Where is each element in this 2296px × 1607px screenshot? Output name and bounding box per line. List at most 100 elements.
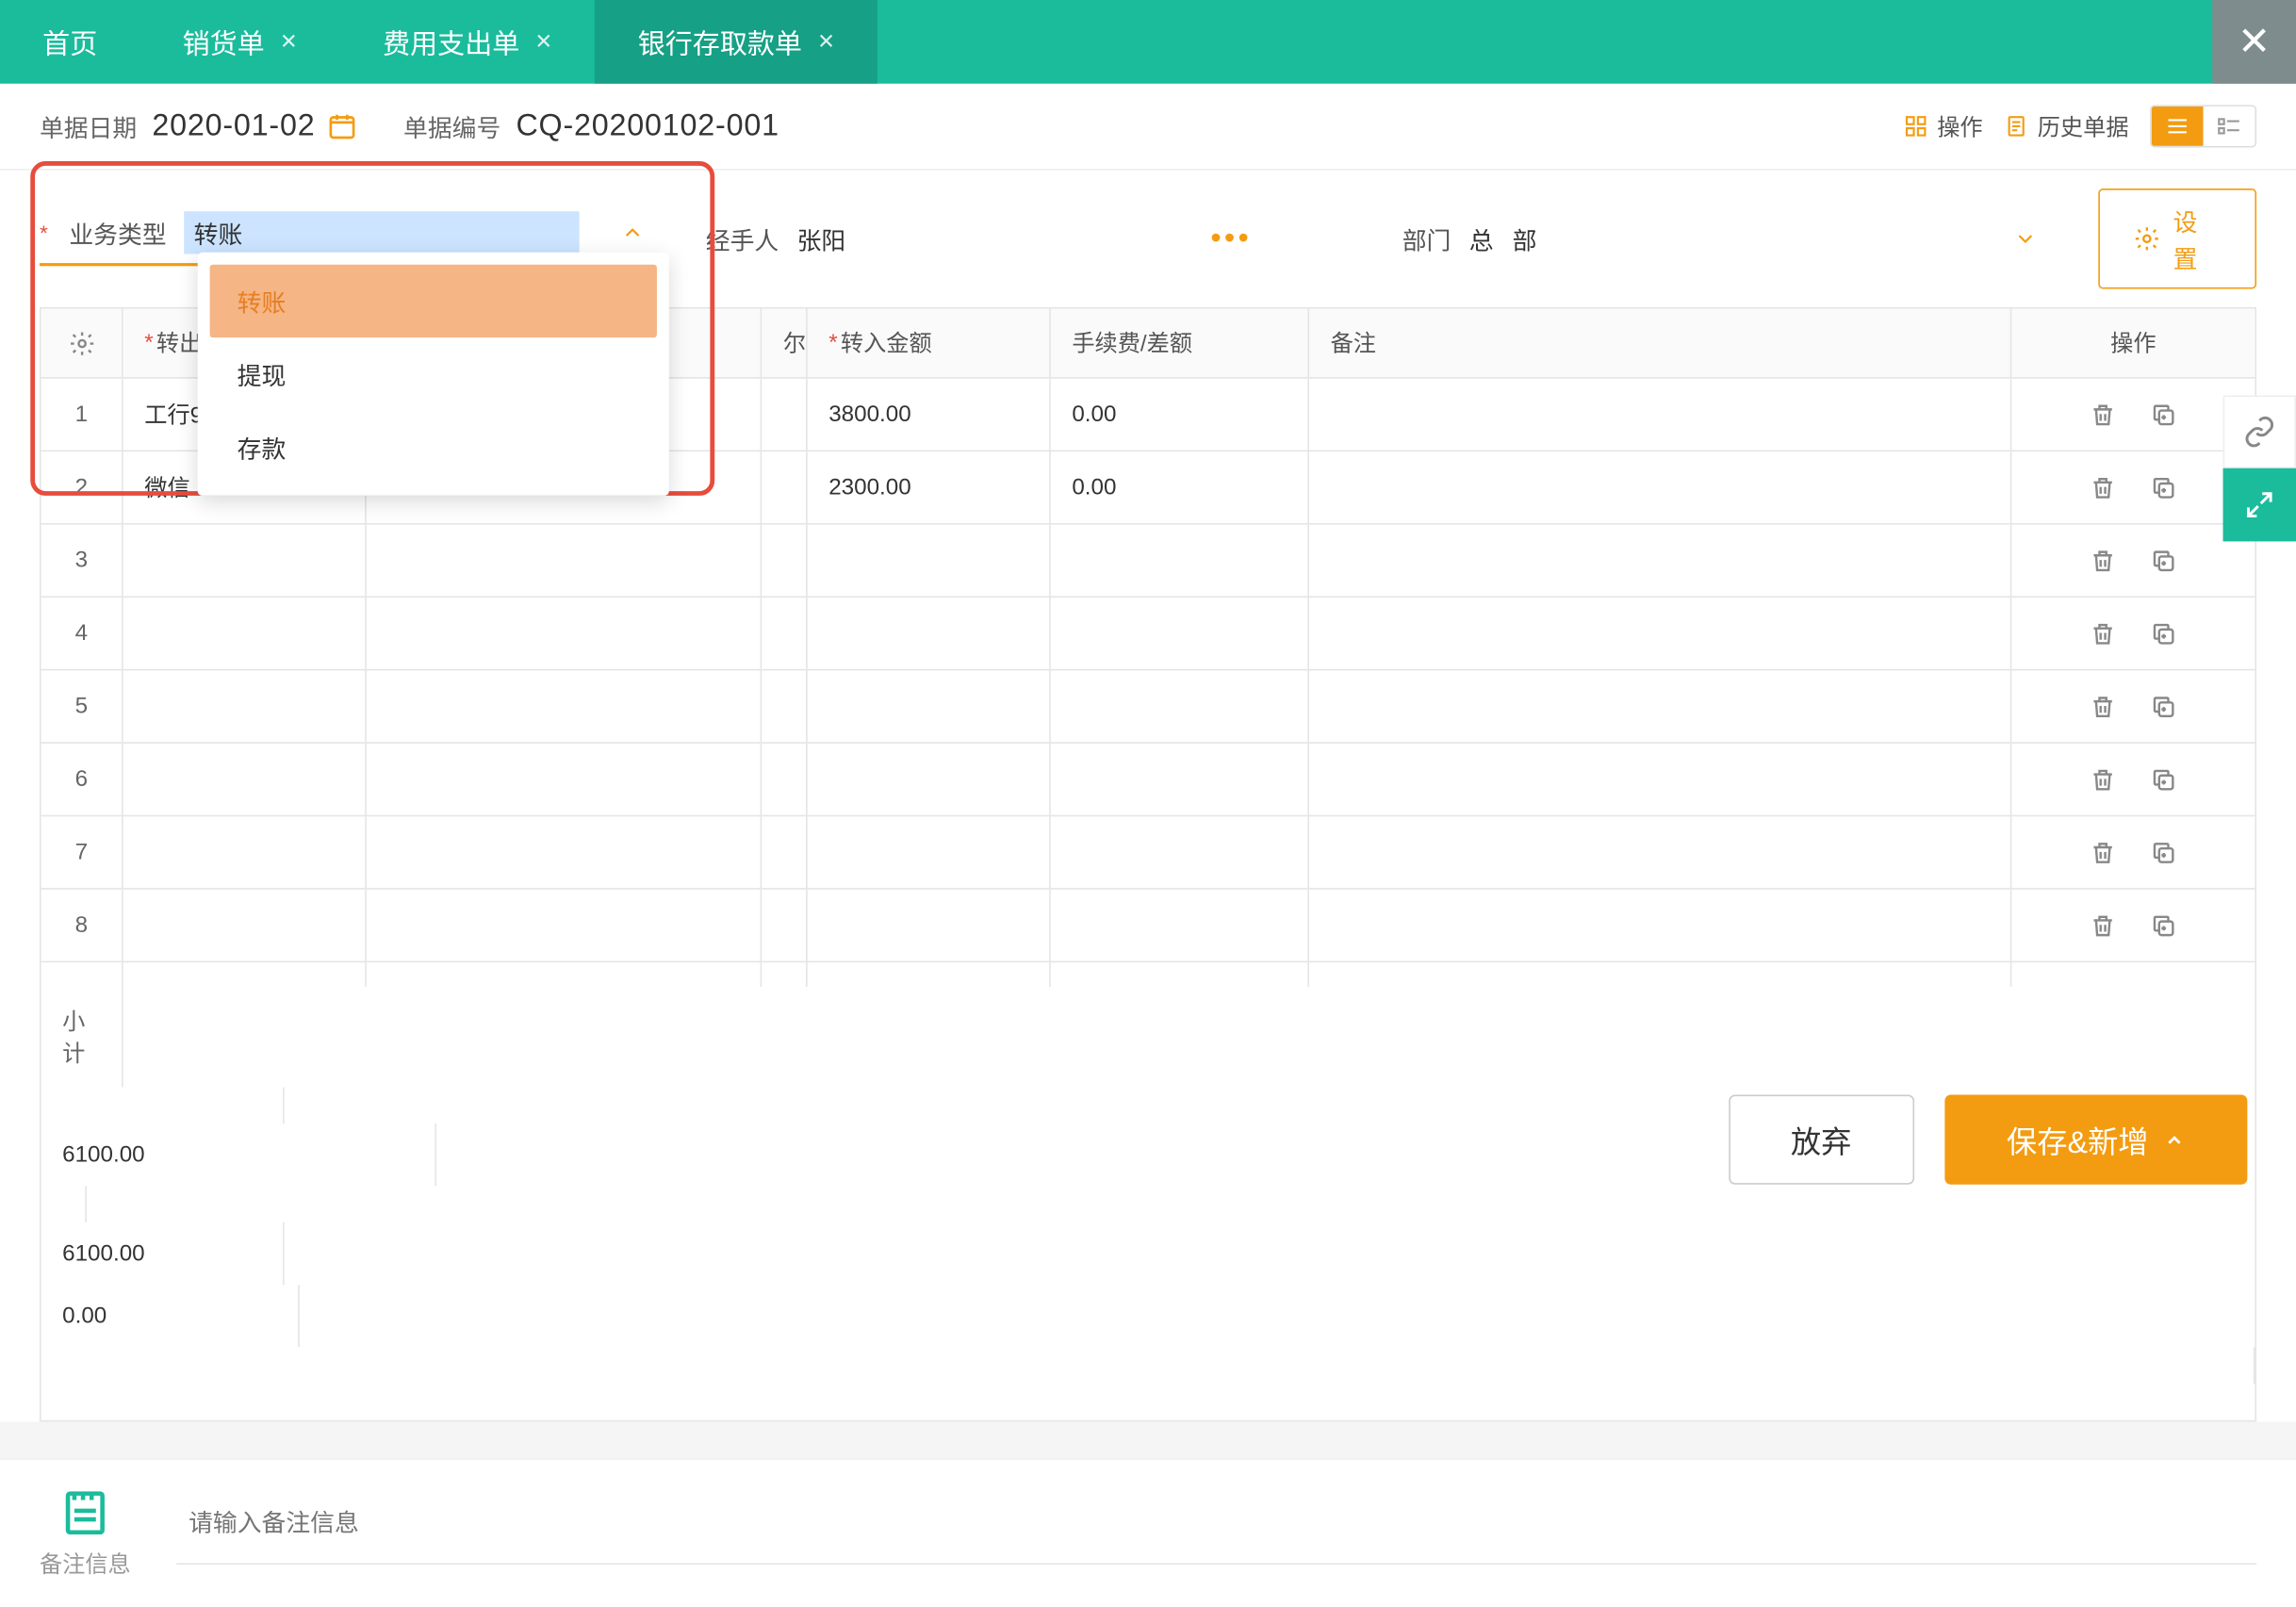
cell-in-account[interactable]	[762, 890, 807, 961]
cell-remark[interactable]	[1309, 744, 2011, 815]
delete-row-button[interactable]	[2088, 764, 2118, 795]
view-list-button[interactable]	[2152, 107, 2204, 146]
copy-row-button[interactable]	[2149, 983, 2179, 987]
cell-in-amount[interactable]	[808, 890, 1051, 961]
cell-fee[interactable]	[1051, 598, 1309, 669]
cell-out-amount[interactable]	[367, 816, 762, 888]
delete-row-button[interactable]	[2088, 618, 2118, 648]
cell-remark[interactable]	[1309, 525, 2011, 597]
save-and-new-button[interactable]: 保存&新增	[1944, 1095, 2248, 1185]
table-settings-header[interactable]	[41, 308, 123, 377]
cell-out-account[interactable]	[123, 670, 367, 742]
date-value[interactable]: 2020-01-02	[152, 108, 315, 143]
copy-row-button[interactable]	[2149, 691, 2179, 721]
cell-out-account[interactable]	[123, 962, 367, 987]
tab-expense-order[interactable]: 费用支出单 ✕	[340, 0, 596, 84]
table-row[interactable]: 4	[41, 598, 2255, 670]
cell-out-amount[interactable]	[367, 962, 762, 987]
cell-out-account[interactable]	[123, 816, 367, 888]
delete-row-button[interactable]	[2088, 983, 2118, 987]
history-button[interactable]: 历史单据	[2004, 110, 2128, 142]
delete-row-button[interactable]	[2088, 399, 2118, 429]
cell-out-amount[interactable]	[367, 890, 762, 961]
business-type-dropdown[interactable]: 转账 提现 存款	[198, 253, 669, 496]
cell-remark[interactable]	[1309, 379, 2011, 451]
cell-in-amount[interactable]	[808, 962, 1051, 987]
cell-in-amount[interactable]	[808, 744, 1051, 815]
table-row[interactable]: 6	[41, 744, 2255, 816]
cell-in-account[interactable]	[762, 816, 807, 888]
delete-row-button[interactable]	[2088, 910, 2118, 941]
cell-out-amount[interactable]	[367, 744, 762, 815]
department-field[interactable]: 部门 总 部	[1402, 214, 2038, 263]
cell-remark[interactable]	[1309, 451, 2011, 523]
cell-in-account[interactable]	[762, 962, 807, 987]
cell-remark[interactable]	[1309, 962, 2011, 987]
cell-remark[interactable]	[1309, 670, 2011, 742]
tab-bank-transfer-order[interactable]: 银行存取款单 ✕	[596, 0, 878, 84]
close-icon[interactable]: ✕	[280, 29, 298, 55]
cell-remark[interactable]	[1309, 598, 2011, 669]
cell-in-account[interactable]	[762, 744, 807, 815]
table-row[interactable]: 9	[41, 962, 2255, 987]
remarks-input[interactable]	[176, 1487, 2256, 1565]
copy-row-button[interactable]	[2149, 764, 2179, 795]
cell-fee[interactable]: 0.00	[1051, 451, 1309, 523]
copy-row-button[interactable]	[2149, 618, 2179, 648]
handler-field[interactable]: 经手人 张阳 •••	[706, 214, 1341, 263]
cell-out-account[interactable]	[123, 890, 367, 961]
more-icon[interactable]: •••	[1210, 221, 1252, 256]
cell-out-amount[interactable]	[367, 525, 762, 597]
cell-remark[interactable]	[1309, 816, 2011, 888]
cell-fee[interactable]	[1051, 670, 1309, 742]
close-icon[interactable]: ✕	[534, 29, 552, 55]
cell-in-amount[interactable]	[808, 670, 1051, 742]
cell-fee[interactable]	[1051, 962, 1309, 987]
copy-row-button[interactable]	[2149, 399, 2179, 429]
cell-fee[interactable]: 0.00	[1051, 379, 1309, 451]
panel-close-button[interactable]: ✕	[2212, 0, 2296, 84]
delete-row-button[interactable]	[2088, 472, 2118, 502]
copy-row-button[interactable]	[2149, 472, 2179, 502]
view-card-button[interactable]	[2204, 107, 2255, 146]
dropdown-option-transfer[interactable]: 转账	[210, 265, 657, 337]
delete-row-button[interactable]	[2088, 691, 2118, 721]
dropdown-option-withdraw[interactable]: 提现	[210, 337, 657, 410]
cell-out-amount[interactable]	[367, 670, 762, 742]
cell-out-account[interactable]	[123, 744, 367, 815]
discard-button[interactable]: 放弃	[1729, 1095, 1914, 1185]
cell-in-amount[interactable]: 3800.00	[808, 379, 1051, 451]
tab-home[interactable]: 首页	[0, 0, 139, 84]
cell-fee[interactable]	[1051, 890, 1309, 961]
delete-row-button[interactable]	[2088, 545, 2118, 575]
close-icon[interactable]: ✕	[817, 29, 835, 55]
cell-in-account[interactable]	[762, 451, 807, 523]
cell-in-account[interactable]	[762, 598, 807, 669]
cell-in-account[interactable]	[762, 525, 807, 597]
cell-fee[interactable]	[1051, 816, 1309, 888]
table-row[interactable]: 7	[41, 816, 2255, 889]
calendar-icon[interactable]	[327, 111, 357, 141]
cell-out-account[interactable]	[123, 525, 367, 597]
table-row[interactable]: 5	[41, 670, 2255, 743]
cell-fee[interactable]	[1051, 744, 1309, 815]
table-row[interactable]: 8	[41, 890, 2255, 962]
copy-row-button[interactable]	[2149, 545, 2179, 575]
cell-in-amount[interactable]	[808, 525, 1051, 597]
link-icon-button[interactable]	[2223, 395, 2296, 467]
copy-row-button[interactable]	[2149, 837, 2179, 867]
settings-button[interactable]: 设置	[2099, 189, 2256, 288]
cell-in-account[interactable]	[762, 379, 807, 451]
copy-row-button[interactable]	[2149, 910, 2179, 941]
cell-out-account[interactable]	[123, 598, 367, 669]
cell-in-amount[interactable]	[808, 598, 1051, 669]
table-row[interactable]: 3	[41, 525, 2255, 598]
cell-in-account[interactable]	[762, 670, 807, 742]
cell-out-amount[interactable]	[367, 598, 762, 669]
tab-sales-order[interactable]: 销货单 ✕	[139, 0, 340, 84]
cell-remark[interactable]	[1309, 890, 2011, 961]
actions-button[interactable]: 操作	[1904, 110, 1983, 142]
delete-row-button[interactable]	[2088, 837, 2118, 867]
cell-in-amount[interactable]	[808, 816, 1051, 888]
cell-fee[interactable]	[1051, 525, 1309, 597]
